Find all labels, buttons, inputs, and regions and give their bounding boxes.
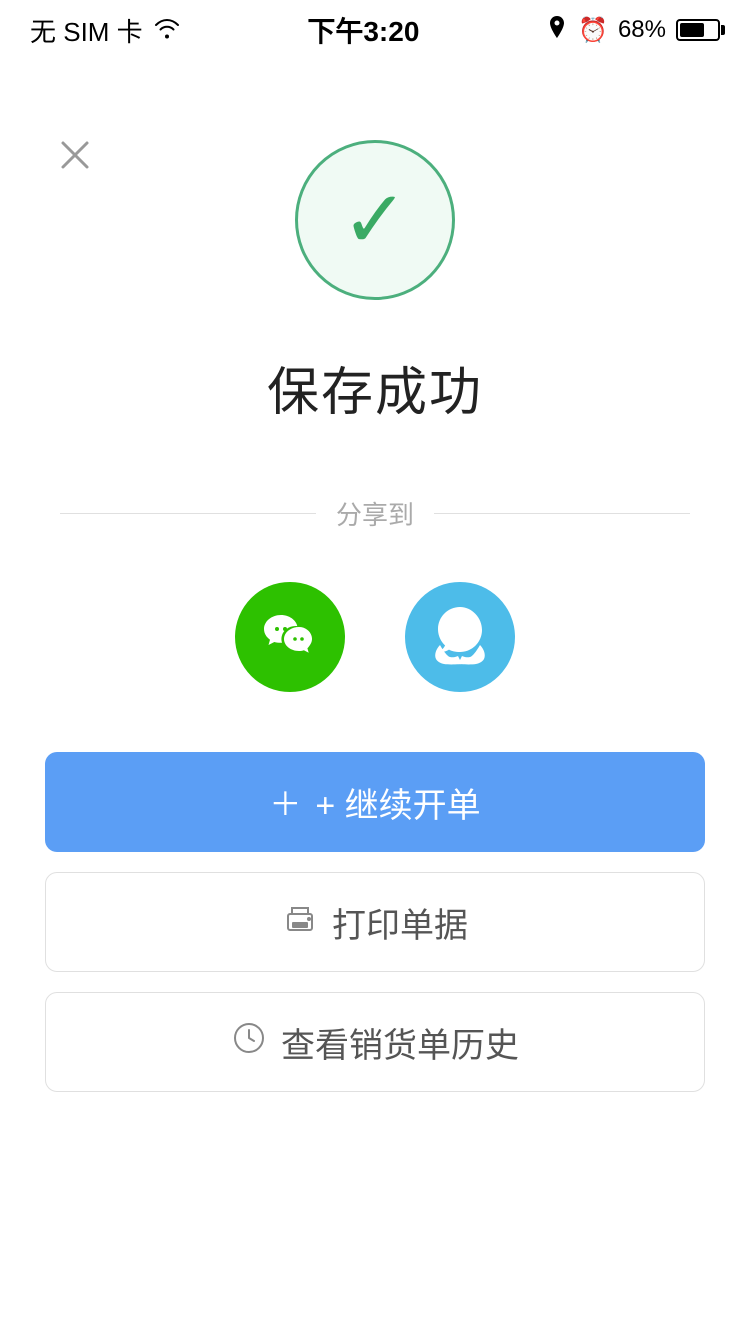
qq-button[interactable]: [405, 582, 515, 692]
continue-icon: ＋: [269, 779, 301, 825]
continue-button[interactable]: ＋ + 继续开单: [45, 752, 705, 852]
checkmark-icon: ✓: [341, 180, 408, 260]
battery-percent: 68%: [618, 16, 666, 44]
history-icon: [231, 1020, 267, 1064]
share-divider: 分享到: [0, 495, 750, 532]
action-buttons: ＋ + 继续开单 打印单据 查看销货单历史: [45, 752, 705, 1092]
share-section: 分享到: [0, 495, 750, 692]
continue-label: + 继续开单: [315, 778, 480, 827]
share-icons: [235, 582, 515, 692]
status-bar: 无 SIM 卡 下午3:20 ⏰ 68%: [0, 0, 750, 60]
wechat-button[interactable]: [235, 582, 345, 692]
history-button[interactable]: 查看销货单历史: [45, 992, 705, 1092]
close-button[interactable]: [50, 130, 100, 180]
battery-fill: [680, 23, 704, 37]
share-label: 分享到: [316, 495, 434, 532]
print-icon: [282, 900, 318, 944]
success-icon: ✓: [295, 140, 455, 300]
status-left: 无 SIM 卡: [30, 12, 181, 49]
print-button[interactable]: 打印单据: [45, 872, 705, 972]
location-icon: [546, 15, 568, 46]
wifi-icon: [153, 15, 181, 46]
success-title: 保存成功: [267, 350, 483, 425]
divider-left: [60, 513, 316, 514]
status-right: ⏰ 68%: [546, 15, 720, 46]
divider-right: [434, 513, 690, 514]
battery-icon: [676, 19, 720, 41]
carrier-label: 无 SIM 卡: [30, 12, 143, 49]
history-label: 查看销货单历史: [281, 1018, 519, 1067]
print-label: 打印单据: [332, 898, 468, 947]
main-content: ✓ 保存成功 分享到: [0, 60, 750, 1334]
alarm-icon: ⏰: [578, 16, 608, 45]
time-label: 下午3:20: [307, 10, 419, 50]
